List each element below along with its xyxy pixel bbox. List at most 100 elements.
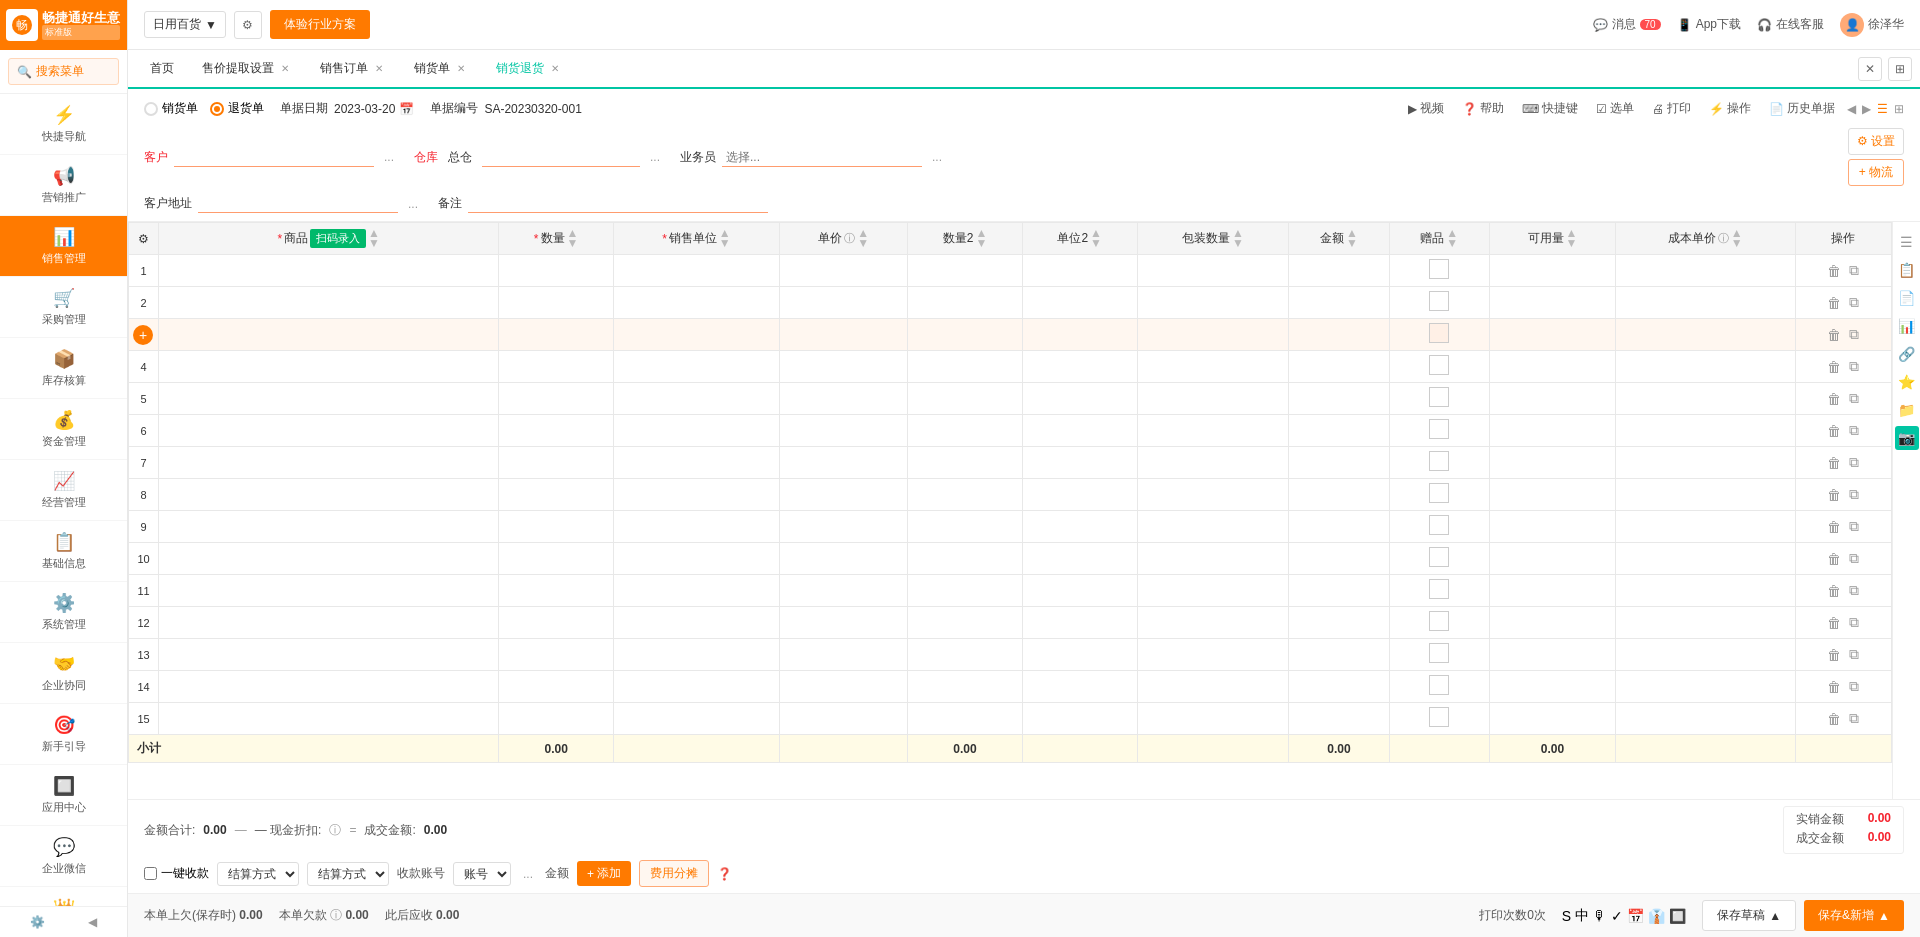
row-15-delete-button[interactable]: 🗑: [1825, 708, 1843, 729]
row-11-copy-button[interactable]: ⧉: [1847, 580, 1861, 601]
row-1-cost-price[interactable]: [1616, 255, 1796, 287]
row-9-delete-button[interactable]: 🗑: [1825, 516, 1843, 537]
sidebar-item-basic[interactable]: 📋 基础信息: [0, 521, 127, 582]
next-record-icon[interactable]: ▶: [1862, 102, 1871, 116]
print-button[interactable]: 🖨 打印: [1646, 97, 1697, 120]
row-6-gift-checkbox[interactable]: [1429, 419, 1449, 439]
row-3-product-input[interactable]: [163, 328, 494, 342]
row-3-unit2[interactable]: [1022, 319, 1137, 351]
footer-icon-3[interactable]: 🎙: [1593, 908, 1607, 924]
row-5-gift-checkbox[interactable]: [1429, 387, 1449, 407]
address-input[interactable]: [198, 194, 398, 213]
breadcrumb-selector[interactable]: 日用百货 ▼: [144, 11, 226, 38]
address-ellipsis[interactable]: ...: [404, 197, 422, 211]
add-payment-button[interactable]: + 添加: [577, 861, 631, 886]
operate-button[interactable]: ⚡ 操作: [1703, 97, 1757, 120]
save-draft-button[interactable]: 保存草稿 ▲: [1702, 900, 1796, 931]
row-2-gift-checkbox[interactable]: [1429, 291, 1449, 311]
save-new-button[interactable]: 保存&新增 ▲: [1804, 900, 1904, 931]
tab-sales-out-close[interactable]: ✕: [454, 62, 468, 75]
row-4-gift-checkbox[interactable]: [1429, 355, 1449, 375]
list-view-icon[interactable]: ☰: [1877, 102, 1888, 116]
close-tab-button[interactable]: ✕: [1858, 57, 1882, 81]
row-1-sales-unit[interactable]: [613, 255, 779, 287]
detail-view-icon[interactable]: ⊞: [1894, 102, 1904, 116]
account-ellipsis[interactable]: ...: [519, 867, 537, 881]
row-9-gift-checkbox[interactable]: [1429, 515, 1449, 535]
staff-ellipsis[interactable]: ...: [928, 150, 946, 164]
payment-checkbox-label[interactable]: 一键收款: [144, 865, 209, 882]
row-1-available[interactable]: [1489, 255, 1615, 287]
sort-product-icon[interactable]: ▲▼: [368, 229, 380, 248]
tab-sales-order-close[interactable]: ✕: [372, 62, 386, 75]
row-2-unit-price[interactable]: [779, 287, 907, 319]
footer-icon-2[interactable]: 中: [1575, 907, 1589, 925]
row-1-qty[interactable]: [499, 255, 614, 287]
footer-icon-6[interactable]: 👔: [1648, 908, 1665, 924]
row-13-delete-button[interactable]: 🗑: [1825, 644, 1843, 665]
split-info-icon[interactable]: ❓: [717, 867, 732, 881]
sort-amount-icon[interactable]: ▲▼: [1346, 229, 1358, 248]
row-6-delete-button[interactable]: 🗑: [1825, 420, 1843, 441]
unit-price-info-icon[interactable]: ⓘ: [844, 231, 855, 246]
row-2-unit2[interactable]: [1022, 287, 1137, 319]
row-2-available[interactable]: [1489, 287, 1615, 319]
row-3-gift[interactable]: [1389, 319, 1489, 351]
row-5-delete-button[interactable]: 🗑: [1825, 388, 1843, 409]
row-1-delete-button[interactable]: 🗑: [1825, 260, 1843, 281]
row-10-copy-button[interactable]: ⧉: [1847, 548, 1861, 569]
sort-qty-icon[interactable]: ▲▼: [567, 229, 579, 248]
right-btn-1[interactable]: ☰: [1895, 230, 1919, 254]
row-1-unit2[interactable]: [1022, 255, 1137, 287]
app-download-button[interactable]: 📱 App下载: [1677, 16, 1741, 33]
right-btn-7[interactable]: 📁: [1895, 398, 1919, 422]
row-11-gift-checkbox[interactable]: [1429, 579, 1449, 599]
shortcuts-button[interactable]: ⌨ 快捷键: [1516, 97, 1584, 120]
row-3-sales-unit[interactable]: [613, 319, 779, 351]
scan-button[interactable]: 扫码录入: [310, 229, 366, 248]
date-selector[interactable]: 2023-03-20 📅: [334, 102, 414, 116]
customer-input[interactable]: [174, 148, 374, 167]
sort-unit2-icon[interactable]: ▲▼: [1090, 229, 1102, 248]
row-10-gift-checkbox[interactable]: [1429, 547, 1449, 567]
row-3-qty2[interactable]: [908, 319, 1023, 351]
row-12-copy-button[interactable]: ⧉: [1847, 612, 1861, 633]
row-1-pkg-qty[interactable]: [1137, 255, 1289, 287]
row-3-qty[interactable]: [499, 319, 614, 351]
sidebar-item-purchase[interactable]: 🛒 采购管理: [0, 277, 127, 338]
row-14-gift-checkbox[interactable]: [1429, 675, 1449, 695]
row-11-delete-button[interactable]: 🗑: [1825, 580, 1843, 601]
row-2-delete-button[interactable]: 🗑: [1825, 292, 1843, 313]
right-btn-3[interactable]: 📄: [1895, 286, 1919, 310]
payment-checkbox[interactable]: [144, 867, 157, 880]
row-3-available[interactable]: [1489, 319, 1615, 351]
row-9-copy-button[interactable]: ⧉: [1847, 516, 1861, 537]
sidebar-item-wechat[interactable]: 💬 企业微信: [0, 826, 127, 887]
row-2-pkg-qty[interactable]: [1137, 287, 1289, 319]
row-2-sales-unit[interactable]: [613, 287, 779, 319]
row-14-delete-button[interactable]: 🗑: [1825, 676, 1843, 697]
split-button[interactable]: 费用分摊: [639, 860, 709, 887]
row-3-delete-button[interactable]: 🗑: [1825, 324, 1843, 345]
settings-bottom-icon[interactable]: ⚙️: [30, 915, 45, 929]
row-1-gift[interactable]: [1389, 255, 1489, 287]
row-7-gift-checkbox[interactable]: [1429, 451, 1449, 471]
sort-cost-price-icon[interactable]: ▲▼: [1731, 229, 1743, 248]
row-2-amount[interactable]: [1289, 287, 1389, 319]
row-12-gift-checkbox[interactable]: [1429, 611, 1449, 631]
row-14-copy-button[interactable]: ⧉: [1847, 676, 1861, 697]
add-row-button[interactable]: +: [133, 325, 153, 345]
staff-input[interactable]: [722, 148, 922, 167]
sort-qty2-icon[interactable]: ▲▼: [975, 229, 987, 248]
sidebar-item-inventory[interactable]: 📦 库存核算: [0, 338, 127, 399]
row-1-gift-checkbox[interactable]: [1429, 259, 1449, 279]
tab-sales-out[interactable]: 销货单 ✕: [400, 50, 482, 89]
customer-ellipsis[interactable]: ...: [380, 150, 398, 164]
cost-price-info-icon[interactable]: ⓘ: [1718, 231, 1729, 246]
sidebar-item-finance[interactable]: 💰 资金管理: [0, 399, 127, 460]
sort-pkg-qty-icon[interactable]: ▲▼: [1232, 229, 1244, 248]
radio-sales-out[interactable]: 销货单: [144, 100, 198, 117]
row-1-amount[interactable]: [1289, 255, 1389, 287]
calc-method-select[interactable]: 结算方式: [217, 862, 299, 886]
row-3-unit-price[interactable]: [779, 319, 907, 351]
